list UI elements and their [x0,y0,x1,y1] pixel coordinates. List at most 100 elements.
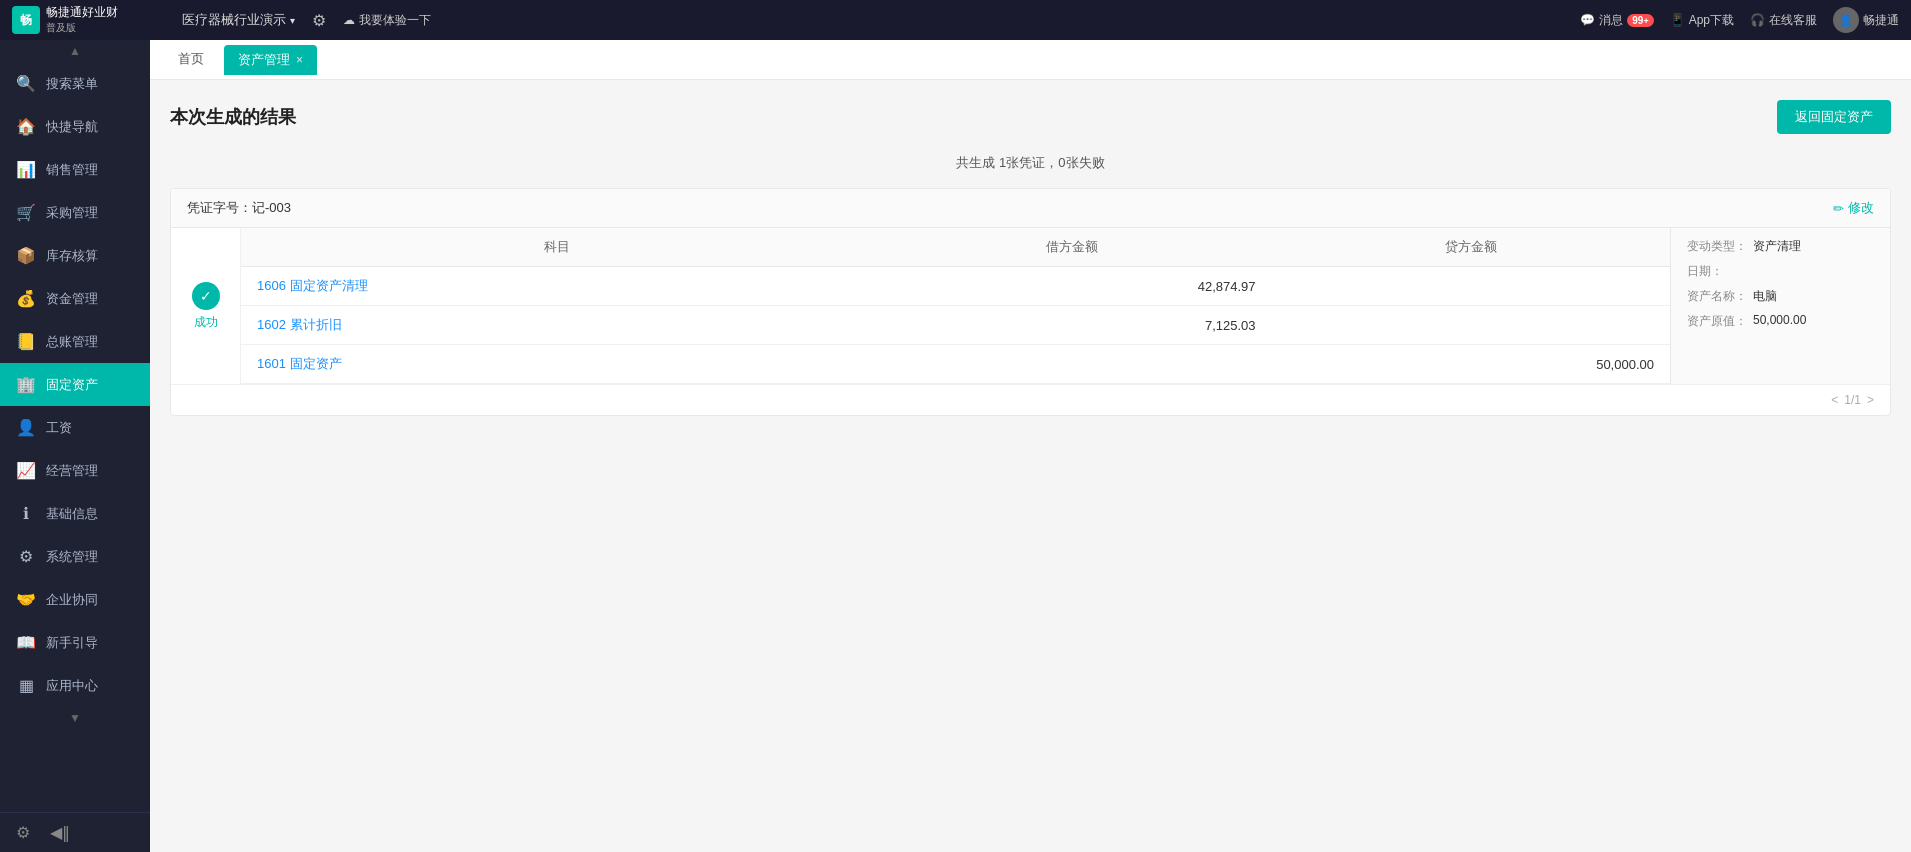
voucher-number: 凭证字号：记-003 [187,199,291,217]
change-type-label: 变动类型： [1687,238,1747,255]
messages-nav-item[interactable]: 💬 消息 99 [1580,12,1653,29]
experience-button[interactable]: ☁ 我要体验一下 [343,12,431,29]
sidebar-item-system[interactable]: ⚙ 系统管理 [0,535,150,578]
company-name: 医疗器械行业演示 [182,11,286,29]
sidebar-item-label: 系统管理 [46,548,98,566]
debit-cell-1601 [873,345,1271,384]
payroll-icon: 👤 [16,418,36,437]
fixed-assets-icon: 🏢 [16,375,36,394]
sidebar-item-search[interactable]: 🔍 搜索菜单 [0,62,150,105]
sidebar-item-label: 固定资产 [46,376,98,394]
voucher-table: 科目 借方金额 贷方金额 1606 固定资产清理 42,874.97 [241,228,1670,384]
col-header-debit: 借方金额 [873,228,1271,267]
date-label: 日期： [1687,263,1723,280]
sidebar-item-ledger[interactable]: 📒 总账管理 [0,320,150,363]
sidebar-collapse-icon[interactable]: ◀‖ [50,823,70,842]
sidebar-item-app-center[interactable]: ▦ 应用中心 [0,664,150,707]
asset-name-label: 资产名称： [1687,288,1747,305]
messages-badge: 99 [1627,14,1653,27]
app-version: 普及版 [46,21,118,35]
success-indicator: ✓ 成功 [171,228,241,384]
message-icon: 💬 [1580,13,1595,27]
sidebar-item-label: 基础信息 [46,505,98,523]
success-check-icon: ✓ [192,282,220,310]
credit-cell-1601: 50,000.00 [1272,345,1670,384]
subject-cell-1601[interactable]: 1601 固定资产 [241,345,873,384]
next-page-button[interactable]: > [1867,393,1874,407]
tab-bar: 首页 资产管理 × [150,40,1911,80]
tab-label: 资产管理 [238,51,290,69]
chevron-down-icon: ▾ [290,15,295,26]
sidebar-item-label: 总账管理 [46,333,98,351]
sidebar-item-fixed-assets[interactable]: 🏢 固定资产 [0,363,150,406]
change-type-value: 资产清理 [1753,238,1801,255]
sidebar-settings-icon[interactable]: ⚙ [16,823,30,842]
debit-cell-1606: 42,874.97 [873,267,1271,306]
sidebar-item-tutorial[interactable]: 📖 新手引导 [0,621,150,664]
side-asset-value: 资产原值： 50,000.00 [1687,313,1874,330]
sidebar-item-label: 销售管理 [46,161,98,179]
success-label: 成功 [194,314,218,331]
online-service-nav-item[interactable]: 🎧 在线客服 [1750,12,1817,29]
info-icon: ℹ [16,504,36,523]
sidebar-item-label: 资金管理 [46,290,98,308]
table-row: 1606 固定资产清理 42,874.97 [241,267,1670,306]
app-download-nav-item[interactable]: 📱 App下载 [1670,12,1734,29]
username: 畅捷通 [1863,12,1899,29]
ledger-icon: 📒 [16,332,36,351]
page-content: 本次生成的结果 返回固定资产 共生成 1张凭证，0张失败 凭证字号：记-003 … [150,80,1911,852]
sales-icon: 📊 [16,160,36,179]
sidebar-item-label: 应用中心 [46,677,98,695]
side-change-type: 变动类型： 资产清理 [1687,238,1874,255]
main-layout: ▲ 🔍 搜索菜单 🏠 快捷导航 📊 销售管理 🛒 采购管理 📦 库存核算 💰 资… [0,40,1911,852]
tab-asset-management[interactable]: 资产管理 × [224,45,317,75]
inventory-icon: 📦 [16,246,36,265]
asset-value-label: 资产原值： [1687,313,1747,330]
sidebar-item-funds[interactable]: 💰 资金管理 [0,277,150,320]
sidebar-item-enterprise[interactable]: 🤝 企业协同 [0,578,150,621]
sidebar-item-label: 企业协同 [46,591,98,609]
sidebar-item-operations[interactable]: 📈 经营管理 [0,449,150,492]
content-area: 首页 资产管理 × 本次生成的结果 返回固定资产 共生成 1张凭证，0张失败 凭… [150,40,1911,852]
return-button[interactable]: 返回固定资产 [1777,100,1891,134]
app-logo-icon: 畅 [12,6,40,34]
sidebar: ▲ 🔍 搜索菜单 🏠 快捷导航 📊 销售管理 🛒 采购管理 📦 库存核算 💰 资… [0,40,150,852]
sidebar-scroll-down[interactable]: ▼ [0,707,150,729]
system-icon: ⚙ [16,547,36,566]
tab-close-button[interactable]: × [296,53,303,67]
edit-icon: ✏ [1833,201,1844,216]
pagination: < 1/1 > [1831,393,1874,407]
sidebar-item-quick-nav[interactable]: 🏠 快捷导航 [0,105,150,148]
logo-area: 畅 畅捷通好业财 普及版 [12,5,162,35]
sidebar-item-basic-info[interactable]: ℹ 基础信息 [0,492,150,535]
voucher-card: 凭证字号：记-003 ✏ 修改 ✓ 成功 [170,188,1891,416]
sidebar-item-payroll[interactable]: 👤 工资 [0,406,150,449]
company-selector[interactable]: 医疗器械行业演示 ▾ [182,11,295,29]
purchase-icon: 🛒 [16,203,36,222]
voucher-side-panel: 变动类型： 资产清理 日期： 资产名称： 电脑 资产原值： [1670,228,1890,384]
sidebar-item-label: 搜索菜单 [46,75,98,93]
user-nav-item[interactable]: 👤 畅捷通 [1833,7,1899,33]
table-row: 1602 累计折旧 7,125.03 [241,306,1670,345]
page-header: 本次生成的结果 返回固定资产 [170,100,1891,134]
sidebar-bottom: ⚙ ◀‖ [0,812,150,852]
tab-home[interactable]: 首页 [166,42,216,78]
subject-cell-1602[interactable]: 1602 累计折旧 [241,306,873,345]
sidebar-item-sales[interactable]: 📊 销售管理 [0,148,150,191]
sidebar-item-label: 新手引导 [46,634,98,652]
page-indicator: 1/1 [1844,393,1861,407]
page-title: 本次生成的结果 [170,105,296,129]
top-nav-center: 医疗器械行业演示 ▾ ⚙ ☁ 我要体验一下 [162,6,1580,34]
online-service-label: 在线客服 [1769,12,1817,29]
subject-cell-1606[interactable]: 1606 固定资产清理 [241,267,873,306]
tutorial-icon: 📖 [16,633,36,652]
settings-icon[interactable]: ⚙ [305,6,333,34]
edit-button[interactable]: ✏ 修改 [1833,199,1874,217]
sidebar-item-inventory[interactable]: 📦 库存核算 [0,234,150,277]
sidebar-item-purchase[interactable]: 🛒 采购管理 [0,191,150,234]
asset-name-value: 电脑 [1753,288,1777,305]
operations-icon: 📈 [16,461,36,480]
messages-label: 消息 [1599,12,1623,29]
sidebar-scroll-up[interactable]: ▲ [0,40,150,62]
prev-page-button[interactable]: < [1831,393,1838,407]
